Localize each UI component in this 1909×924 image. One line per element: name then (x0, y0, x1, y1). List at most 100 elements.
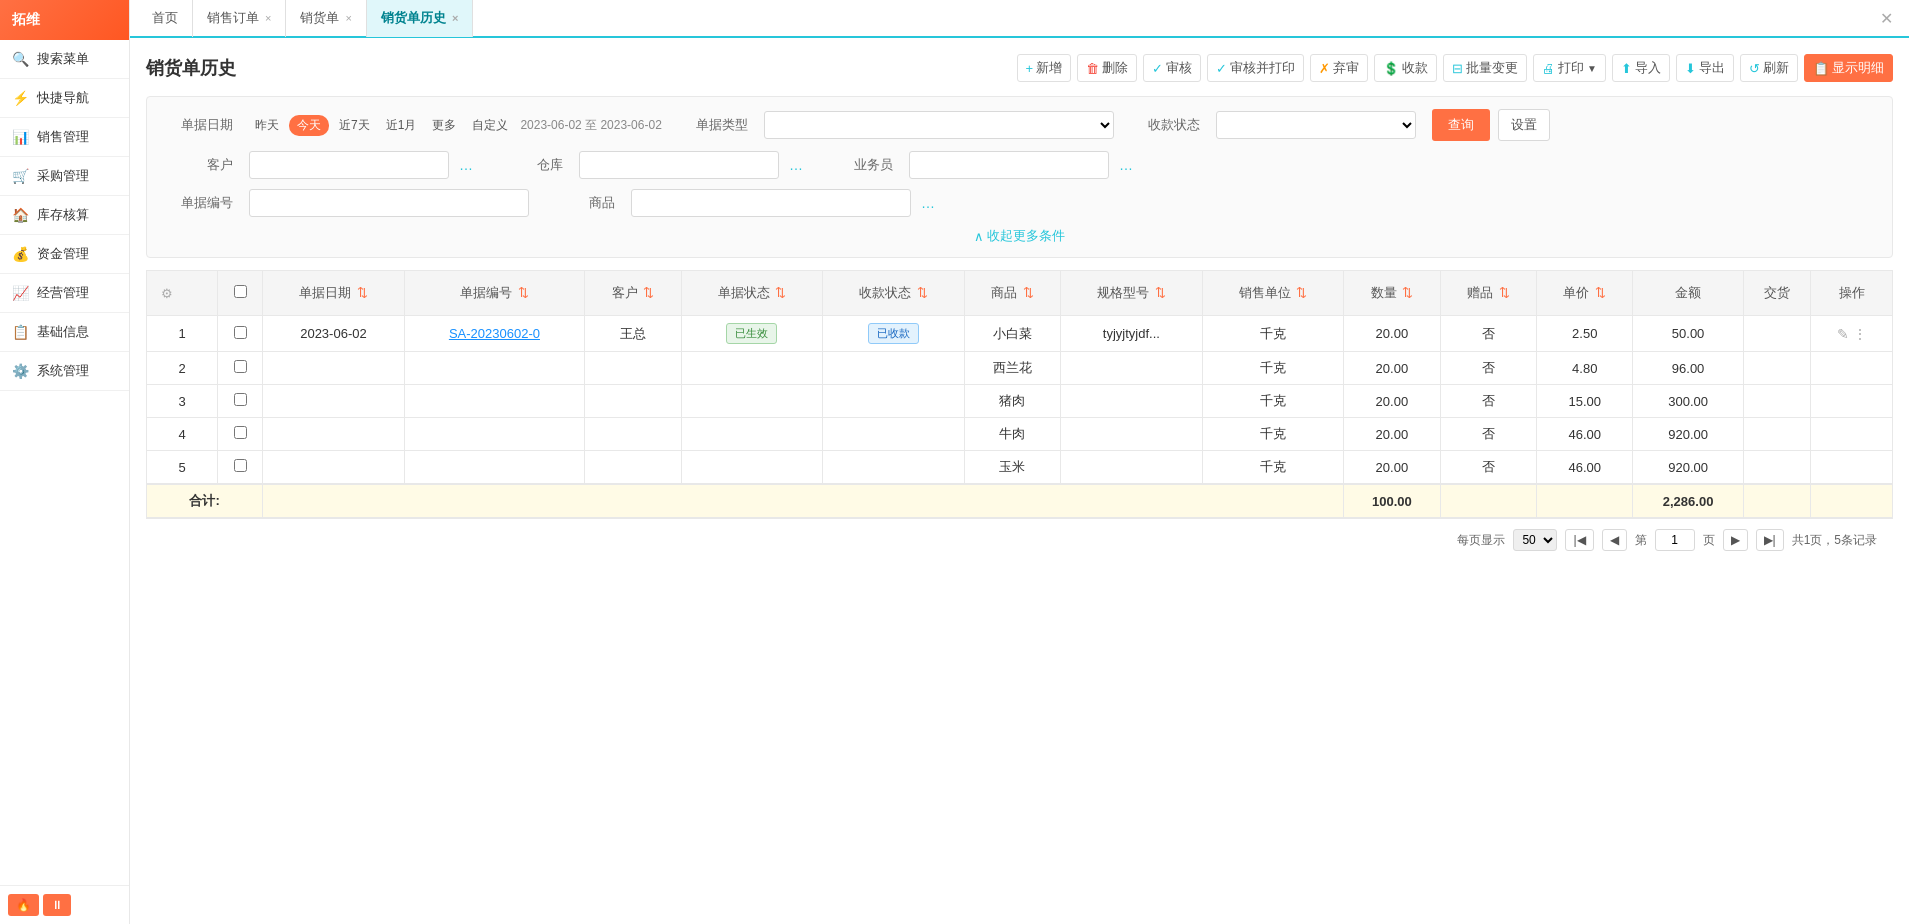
warehouse-ellipsis[interactable]: … (785, 157, 807, 173)
row-gift: 否 (1440, 385, 1536, 418)
col-customer[interactable]: 客户 ⇅ (585, 271, 681, 316)
salesperson-input[interactable] (909, 151, 1109, 179)
col-goods[interactable]: 商品 ⇅ (964, 271, 1060, 316)
batch-change-button[interactable]: ⊟ 批量变更 (1443, 54, 1527, 82)
tab-sales-goods-close[interactable]: × (345, 12, 351, 24)
finance-icon: 💰 (12, 246, 29, 262)
page-content: 销货单历史 + 新增 🗑 删除 ✓ 审核 ✓ 审核并打印 (130, 38, 1909, 924)
total-label: 合计: (147, 484, 263, 518)
date-tab-custom[interactable]: 自定义 (466, 115, 514, 136)
tab-home[interactable]: 首页 (138, 0, 193, 37)
doc-type-select[interactable] (764, 111, 1114, 139)
tab-sales-history[interactable]: 销货单历史 × (367, 0, 473, 37)
prev-page-btn[interactable]: ◀ (1602, 529, 1627, 551)
customer-ellipsis[interactable]: … (455, 157, 477, 173)
customer-input[interactable] (249, 151, 449, 179)
col-doc-no[interactable]: 单据编号 ⇅ (404, 271, 584, 316)
col-spec[interactable]: 规格型号 ⇅ (1061, 271, 1203, 316)
col-gift[interactable]: 赠品 ⇅ (1440, 271, 1536, 316)
date-tab-7days[interactable]: 近7天 (333, 115, 376, 136)
row-quantity: 20.00 (1344, 352, 1440, 385)
row-doc-no (404, 451, 584, 485)
import-button[interactable]: ⬆ 导入 (1612, 54, 1670, 82)
goods-input[interactable] (631, 189, 911, 217)
sidebar-item-label: 基础信息 (37, 323, 89, 341)
sidebar-item-basic-info[interactable]: 📋 基础信息 (0, 313, 129, 352)
print-button[interactable]: 🖨 打印 ▼ (1533, 54, 1606, 82)
sidebar-item-operations[interactable]: 📈 经营管理 (0, 274, 129, 313)
sidebar-item-finance[interactable]: 💰 资金管理 (0, 235, 129, 274)
review-button[interactable]: ✓ 审核 (1143, 54, 1201, 82)
total-amount: 2,286.00 (1633, 484, 1743, 518)
row-payment-status (823, 418, 965, 451)
collapse-button[interactable]: ∧ 收起更多条件 (974, 227, 1065, 245)
col-payment-status[interactable]: 收款状态 ⇅ (823, 271, 965, 316)
tab-sales-order[interactable]: 销售订单 × (193, 0, 286, 37)
collect-button[interactable]: 💲 收款 (1374, 54, 1437, 82)
purchase-icon: 🛒 (12, 168, 29, 184)
row-payment-status (823, 352, 965, 385)
tab-sales-history-close[interactable]: × (452, 12, 458, 24)
warehouse-input[interactable] (579, 151, 779, 179)
more-icon[interactable]: ⋮ (1853, 326, 1867, 342)
show-detail-button[interactable]: 📋 显示明细 (1804, 54, 1893, 82)
edit-icon[interactable]: ✎ (1837, 326, 1849, 342)
filter-row-2: 客户 … 仓库 … 业务员 … (163, 151, 1876, 179)
export-button[interactable]: ⬇ 导出 (1676, 54, 1734, 82)
page-input[interactable] (1655, 529, 1695, 551)
per-page-select[interactable]: 50 (1513, 529, 1557, 551)
refresh-button[interactable]: ↺ 刷新 (1740, 54, 1798, 82)
payment-status-select[interactable] (1216, 111, 1416, 139)
sidebar-item-purchase[interactable]: 🛒 采购管理 (0, 157, 129, 196)
table-settings-icon[interactable]: ⚙ (153, 279, 181, 307)
tab-sales-goods[interactable]: 销货单 × (286, 0, 366, 37)
doc-no-link[interactable]: SA-20230602-0 (449, 326, 540, 341)
row-customer (585, 418, 681, 451)
sidebar-pause-btn[interactable]: ⏸ (43, 894, 71, 916)
date-tab-more[interactable]: 更多 (426, 115, 462, 136)
sidebar-item-quicknav[interactable]: ⚡ 快捷导航 (0, 79, 129, 118)
tab-home-label: 首页 (152, 9, 178, 27)
row-customer (585, 385, 681, 418)
col-unit[interactable]: 销售单位 ⇅ (1202, 271, 1344, 316)
doc-no-input[interactable] (249, 189, 529, 217)
col-doc-status[interactable]: 单据状态 ⇅ (681, 271, 823, 316)
page-suffix: 页 (1703, 532, 1715, 549)
add-button[interactable]: + 新增 (1017, 54, 1072, 82)
review-label: 审核 (1166, 59, 1192, 77)
row-amount: 920.00 (1633, 451, 1743, 485)
date-tab-yesterday[interactable]: 昨天 (249, 115, 285, 136)
review-print-button[interactable]: ✓ 审核并打印 (1207, 54, 1304, 82)
sidebar-fire-btn[interactable]: 🔥 (8, 894, 39, 916)
query-button[interactable]: 查询 (1432, 109, 1490, 141)
select-all-checkbox[interactable] (234, 285, 247, 298)
row-gift: 否 (1440, 352, 1536, 385)
row-spec (1061, 451, 1203, 485)
last-page-btn[interactable]: ▶| (1756, 529, 1784, 551)
goods-label: 商品 (545, 194, 615, 212)
goods-ellipsis[interactable]: … (917, 195, 939, 211)
refresh-icon: ↺ (1749, 61, 1760, 76)
salesperson-ellipsis[interactable]: … (1115, 157, 1137, 173)
sidebar-item-search[interactable]: 🔍 搜索菜单 (0, 40, 129, 79)
row-customer: 王总 (585, 316, 681, 352)
sidebar-item-sales[interactable]: 📊 销售管理 (0, 118, 129, 157)
col-quantity[interactable]: 数量 ⇅ (1344, 271, 1440, 316)
sidebar-item-inventory[interactable]: 🏠 库存核算 (0, 196, 129, 235)
tab-sales-order-close[interactable]: × (265, 12, 271, 24)
row-num: 1 (147, 316, 218, 352)
operations-icon: 📈 (12, 285, 29, 301)
delete-button[interactable]: 🗑 删除 (1077, 54, 1137, 82)
col-doc-date[interactable]: 单据日期 ⇅ (263, 271, 405, 316)
row-doc-status (681, 385, 823, 418)
date-tab-today[interactable]: 今天 (289, 115, 329, 136)
abandon-button[interactable]: ✗ 弃审 (1310, 54, 1368, 82)
date-tab-1month[interactable]: 近1月 (380, 115, 423, 136)
col-unit-price[interactable]: 单价 ⇅ (1537, 271, 1633, 316)
next-page-btn[interactable]: ▶ (1723, 529, 1748, 551)
sidebar-item-sys-mgmt[interactable]: ⚙️ 系统管理 (0, 352, 129, 391)
tab-bar-close-btn[interactable]: ✕ (1872, 9, 1901, 28)
salesperson-label: 业务员 (823, 156, 893, 174)
first-page-btn[interactable]: |◀ (1565, 529, 1593, 551)
settings-button[interactable]: 设置 (1498, 109, 1550, 141)
